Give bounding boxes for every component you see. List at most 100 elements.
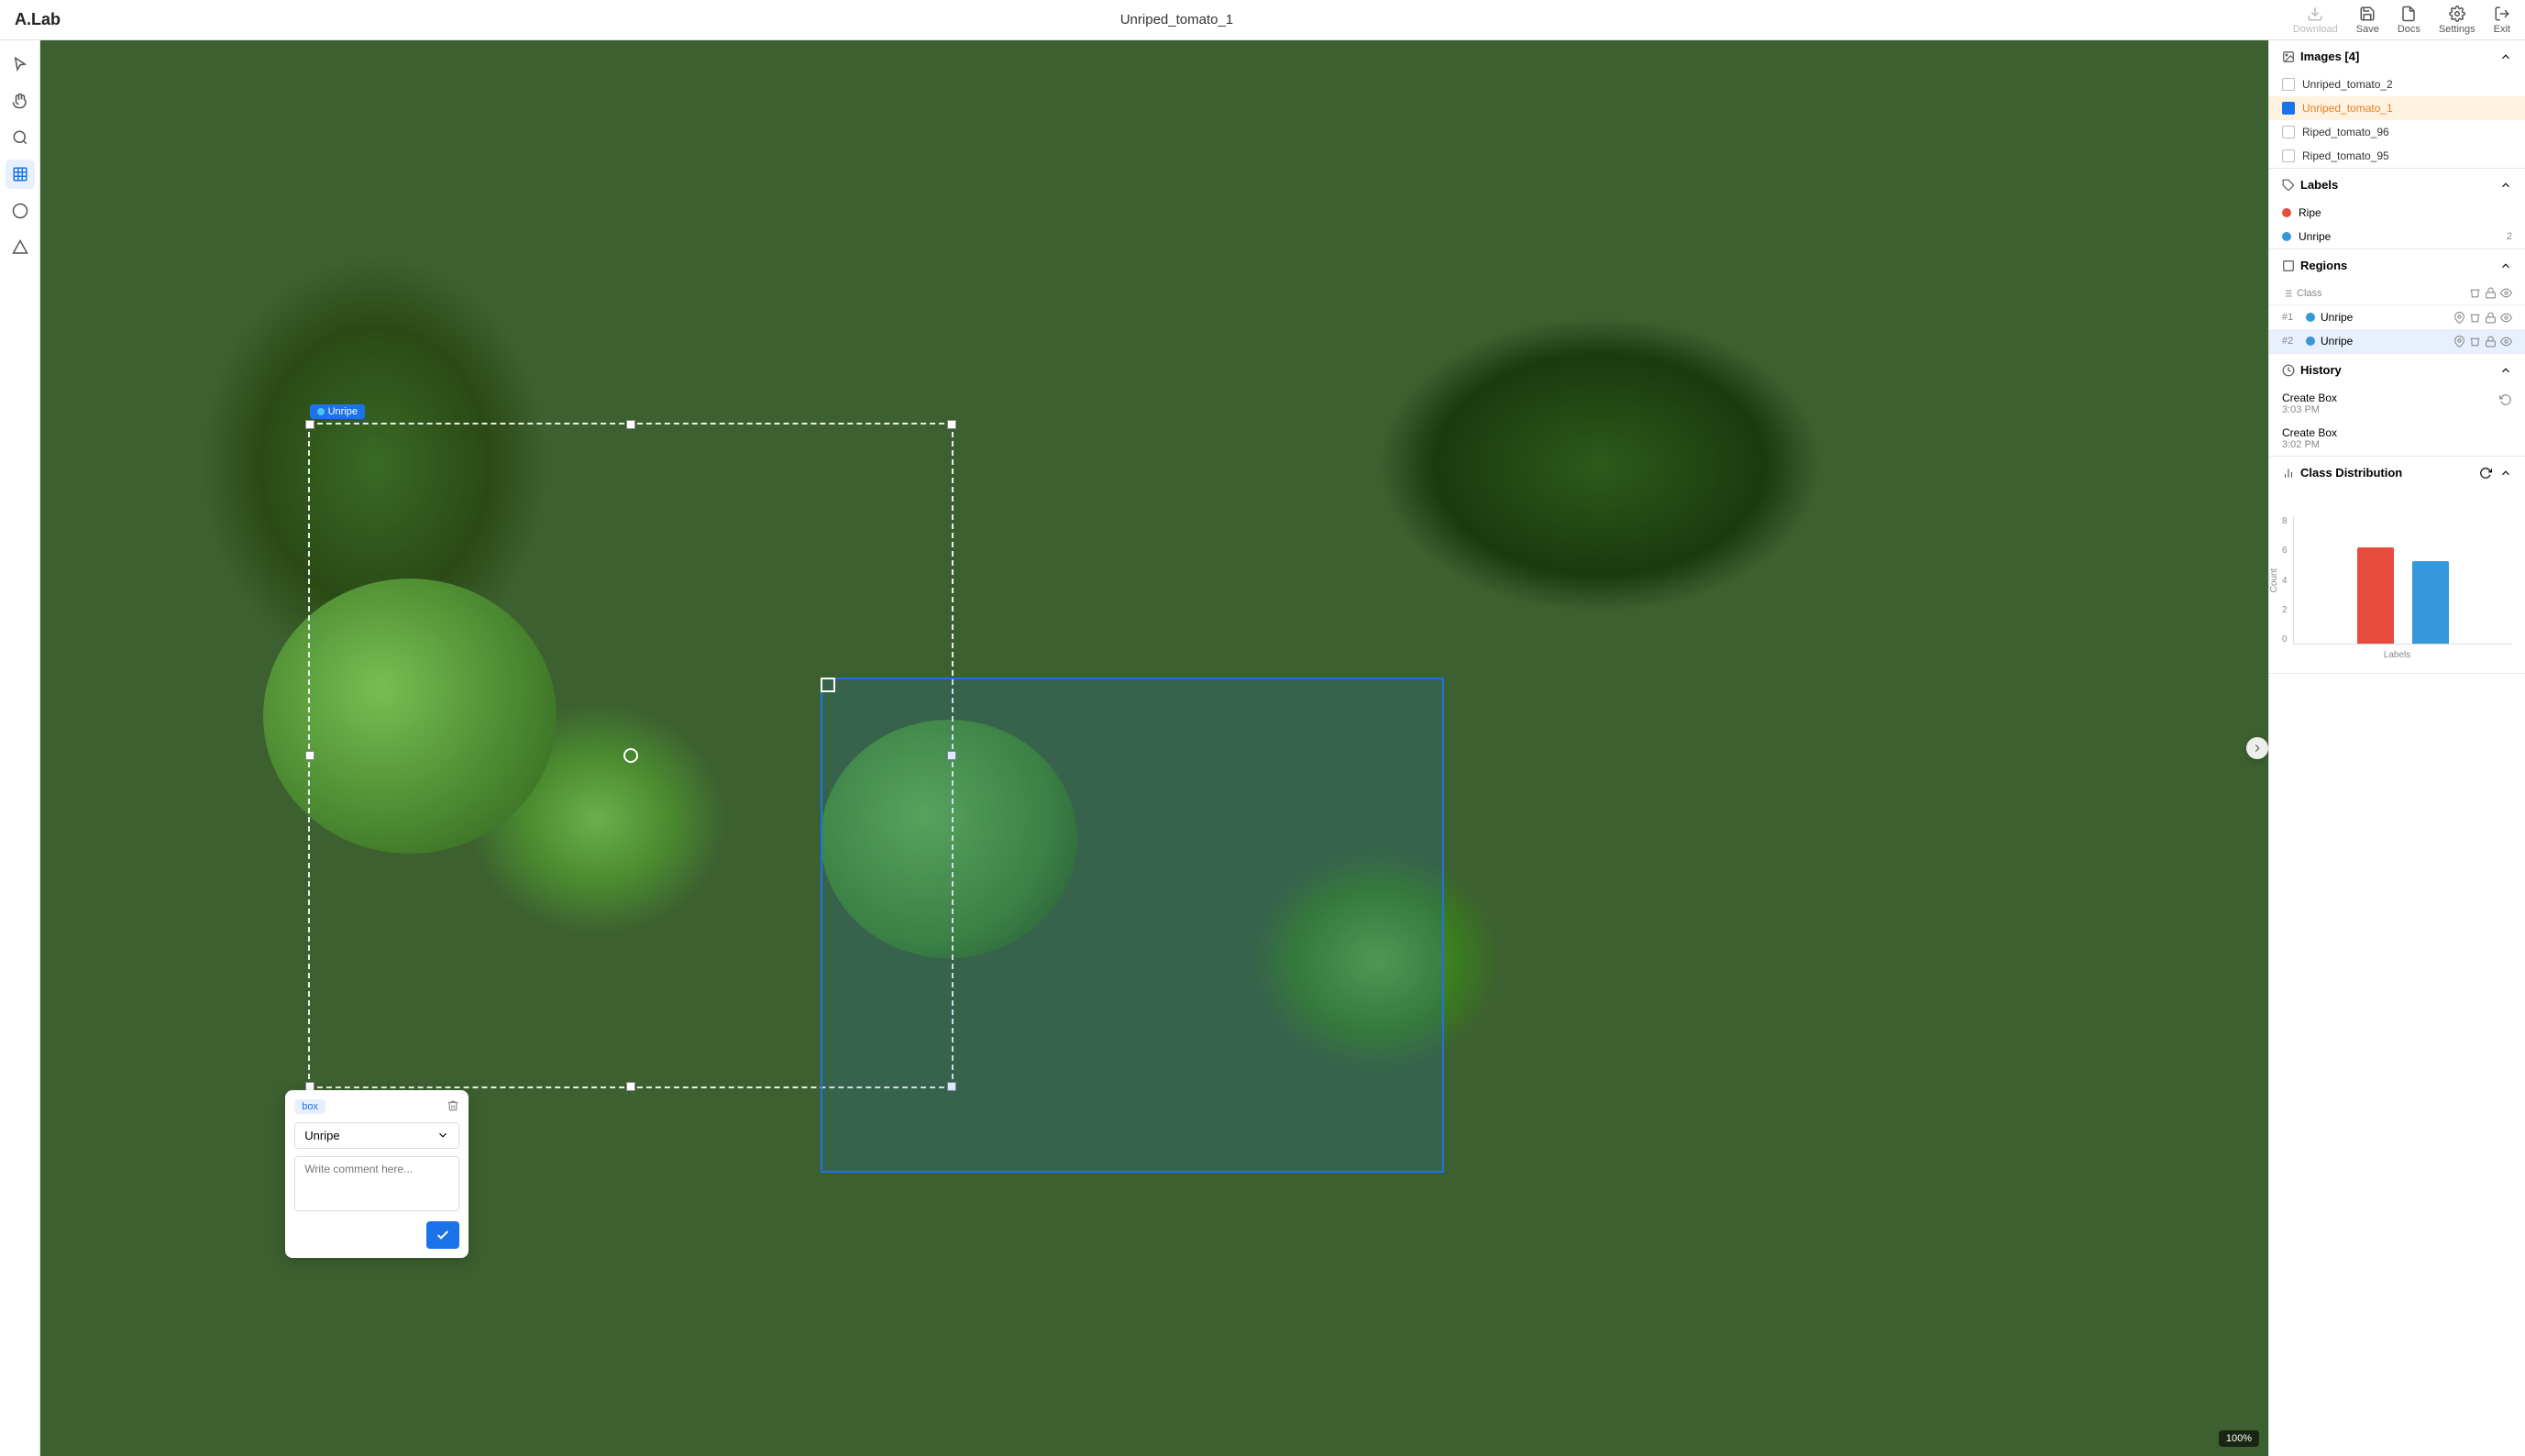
download-button[interactable]: Download	[2293, 6, 2338, 35]
chart-icon	[2282, 467, 2295, 480]
canvas-area[interactable]: Unripe box Unripe	[40, 40, 2268, 1456]
docs-button[interactable]: Docs	[2398, 6, 2420, 35]
labels-section: Labels Ripe Unripe 2	[2269, 169, 2525, 249]
region-dot-2	[2306, 336, 2315, 346]
region-item-1[interactable]: #1 Unripe	[2269, 305, 2525, 329]
zoom-indicator: 100%	[2219, 1430, 2259, 1447]
handle-tl-1[interactable]	[305, 420, 314, 429]
bbox-icon	[12, 166, 28, 182]
circle-tool[interactable]	[6, 196, 35, 226]
hand-icon	[12, 93, 28, 109]
eye-icon-1[interactable]	[2500, 312, 2512, 324]
labels-section-header[interactable]: Labels	[2269, 169, 2525, 201]
image-checkbox-3[interactable]	[2282, 126, 2295, 138]
lock-icon-1[interactable]	[2485, 312, 2497, 324]
label-select[interactable]: Unripe	[294, 1122, 459, 1149]
popup-delete-button[interactable]	[447, 1099, 459, 1115]
eye-icon-2[interactable]	[2500, 336, 2512, 347]
lock-col-icon	[2485, 287, 2497, 299]
handle-tr-1[interactable]	[947, 420, 956, 429]
y-label: Count	[2269, 568, 2279, 593]
main-layout: Unripe box Unripe	[0, 40, 2525, 1456]
search-icon	[12, 129, 28, 146]
bbox-region-2[interactable]	[821, 678, 1444, 1173]
regions-section: Regions Class #1 Unripe	[2269, 249, 2525, 354]
handle-bm-1[interactable]	[626, 1082, 635, 1091]
class-dist-chevron-up-icon	[2499, 467, 2512, 480]
class-dist-header[interactable]: Class Distribution	[2269, 457, 2525, 489]
images-chevron-up-icon	[2499, 50, 2512, 63]
delete-icon-1[interactable]	[2469, 312, 2481, 324]
images-section-title-row: Images [4]	[2282, 50, 2359, 63]
history-item-2: Create Box 3:02 PM	[2269, 421, 2525, 456]
undo-icon	[2499, 393, 2512, 406]
docs-icon	[2400, 6, 2417, 22]
bar-unripe-fill	[2412, 561, 2449, 644]
chart-container: Count 8 6 4 2 0	[2269, 489, 2525, 673]
exit-button[interactable]: Exit	[2494, 6, 2510, 35]
class-dist-title-row: Class Distribution	[2282, 466, 2402, 480]
delete-icon-2[interactable]	[2469, 336, 2481, 347]
panel-collapse-button[interactable]	[2246, 737, 2268, 759]
search-tool[interactable]	[6, 123, 35, 152]
confirm-button[interactable]	[426, 1221, 459, 1249]
region-dot-1	[2306, 313, 2315, 322]
document-title: Unriped_tomato_1	[1120, 12, 1233, 28]
exit-icon	[2494, 6, 2510, 22]
image-checkbox-2[interactable]	[2282, 102, 2295, 115]
y-tick-8: 8	[2282, 516, 2288, 526]
regions-section-header[interactable]: Regions	[2269, 249, 2525, 281]
delete-col-icon	[2469, 287, 2481, 299]
bbox-tool[interactable]	[6, 160, 35, 189]
bbox-center-1	[623, 748, 638, 763]
bar-unripe	[2412, 561, 2449, 644]
handle-tm-1[interactable]	[626, 420, 635, 429]
region-item-2[interactable]: #2 Unripe	[2269, 329, 2525, 353]
polygon-tool[interactable]	[6, 233, 35, 262]
images-list: Unriped_tomato_2 Unriped_tomato_1 Riped_…	[2269, 72, 2525, 168]
settings-button[interactable]: Settings	[2439, 6, 2475, 35]
popup-footer	[294, 1221, 459, 1249]
download-icon	[2307, 6, 2323, 22]
labels-icon	[2282, 179, 2295, 192]
history-item-1: Create Box 3:03 PM	[2269, 386, 2525, 421]
history-list: Create Box 3:03 PM Create Box 3:02 PM	[2269, 386, 2525, 456]
chart-y-axis: Count 8 6 4 2 0	[2282, 516, 2293, 645]
sort-icon[interactable]	[2282, 288, 2293, 299]
region-2-actions	[2453, 336, 2512, 347]
bbox-label-1: Unripe	[310, 404, 365, 419]
check-icon	[436, 1228, 450, 1242]
class-dist-header-right	[2479, 467, 2512, 480]
lock-icon-2[interactable]	[2485, 336, 2497, 347]
image-checkbox-1[interactable]	[2282, 78, 2295, 91]
handle-ml-1[interactable]	[305, 751, 314, 760]
regions-chevron-up-icon	[2499, 259, 2512, 272]
history-chevron-up-icon	[2499, 364, 2512, 377]
image-checkbox-4[interactable]	[2282, 149, 2295, 162]
bbox2-corner-indicator	[821, 678, 835, 692]
history-undo-button[interactable]	[2499, 393, 2512, 409]
pin-icon-1[interactable]	[2453, 312, 2465, 324]
image-item-4[interactable]: Riped_tomato_95	[2269, 144, 2525, 168]
bar-ripe-fill	[2357, 547, 2394, 644]
comment-input[interactable]	[294, 1156, 459, 1211]
image-item-2[interactable]: Unriped_tomato_1	[2269, 96, 2525, 120]
image-item-3[interactable]: Riped_tomato_96	[2269, 120, 2525, 144]
pan-tool[interactable]	[6, 86, 35, 116]
circle-icon	[12, 203, 28, 219]
images-section-header[interactable]: Images [4]	[2269, 40, 2525, 72]
chart-area: Count 8 6 4 2 0	[2282, 498, 2512, 645]
eye-col-icon	[2500, 287, 2512, 299]
right-panel: Images [4] Unriped_tomato_2 Unriped_toma…	[2268, 40, 2525, 1456]
save-button[interactable]: Save	[2356, 6, 2379, 35]
refresh-icon[interactable]	[2479, 467, 2492, 480]
select-tool[interactable]	[6, 50, 35, 79]
app-logo: A.Lab	[15, 10, 61, 29]
history-section-header[interactable]: History	[2269, 354, 2525, 386]
image-item-1[interactable]: Unriped_tomato_2	[2269, 72, 2525, 96]
unripe-color-dot	[2282, 232, 2291, 241]
pin-icon-2[interactable]	[2453, 336, 2465, 347]
images-icon	[2282, 50, 2295, 63]
trash-icon	[447, 1099, 459, 1112]
settings-icon	[2449, 6, 2465, 22]
